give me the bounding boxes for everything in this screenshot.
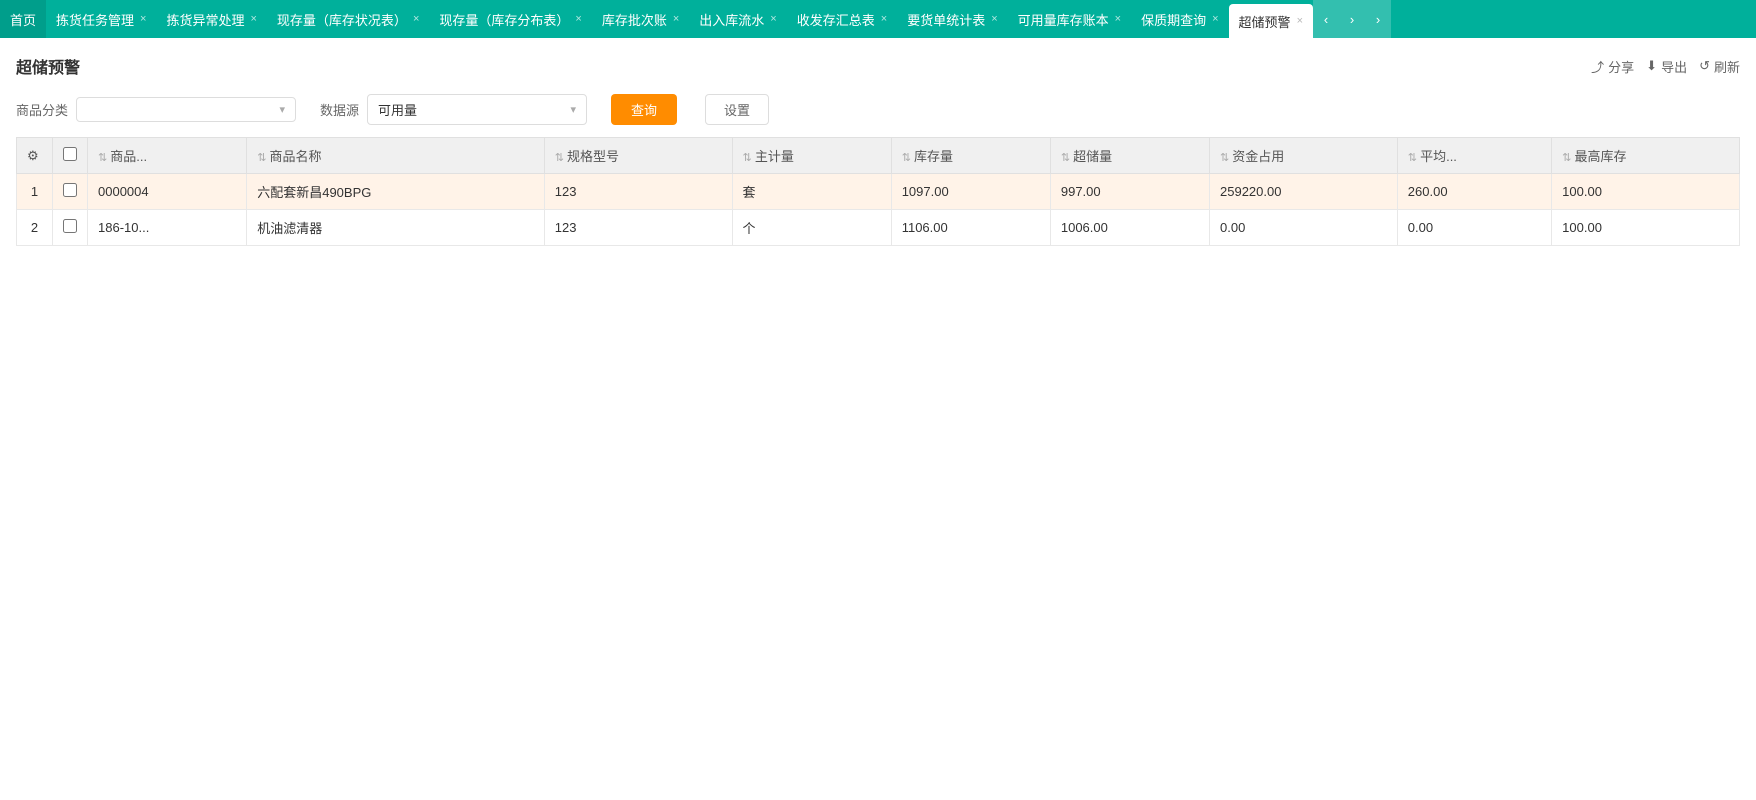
nav-demand[interactable]: 要货单统计表 × — [897, 0, 1007, 38]
row-spec: 123 — [544, 210, 732, 246]
col-maxstock[interactable]: 最高库存 — [1552, 138, 1740, 174]
page-header: 超储预警 ⤴ 分享 ⬇ 导出 ↺ 刷新 — [16, 54, 1740, 78]
row-avg: 0.00 — [1397, 210, 1551, 246]
row-maxstock: 100.00 — [1552, 174, 1740, 210]
row-checkbox[interactable] — [63, 183, 77, 197]
close-icon[interactable]: × — [575, 13, 581, 25]
nav-stock-dist[interactable]: 现存量（库存分布表） × — [429, 0, 591, 38]
query-button[interactable]: 查询 — [611, 94, 677, 125]
row-maxstock: 100.00 — [1552, 210, 1740, 246]
nav-arrow-right[interactable]: › — [1339, 0, 1365, 38]
chevron-down-icon: ▾ — [279, 103, 285, 116]
row-stock: 1106.00 — [891, 210, 1050, 246]
datasource-select[interactable]: 可用量 ▾ — [367, 94, 587, 125]
table-row: 2 186-10... 机油滤清器 123 个 1106.00 1006.00 … — [17, 210, 1740, 246]
nav-abnormal[interactable]: 拣货异常处理 × — [156, 0, 266, 38]
row-unit: 个 — [732, 210, 891, 246]
page-title: 超储预警 — [16, 54, 80, 78]
col-avg[interactable]: 平均... — [1397, 138, 1551, 174]
close-icon[interactable]: × — [1212, 13, 1218, 25]
nav-summary[interactable]: 收发存汇总表 × — [787, 0, 897, 38]
col-capital[interactable]: 资金占用 — [1210, 138, 1398, 174]
nav-task-mgmt[interactable]: 拣货任务管理 × — [46, 0, 156, 38]
setting-button[interactable]: 设置 — [705, 94, 769, 125]
row-checkbox-cell[interactable] — [53, 174, 88, 210]
col-unit[interactable]: 主计量 — [732, 138, 891, 174]
col-code[interactable]: 商品... — [88, 138, 247, 174]
row-code: 0000004 — [88, 174, 247, 210]
row-spec: 123 — [544, 174, 732, 210]
select-all-checkbox[interactable] — [63, 147, 77, 161]
table-header-row: ⚙ 商品... 商品名称 规格型号 主计量 库存量 — [17, 138, 1740, 174]
row-number: 1 — [17, 174, 53, 210]
table-row: 1 0000004 六配套新昌490BPG 123 套 1097.00 997.… — [17, 174, 1740, 210]
col-name[interactable]: 商品名称 — [247, 138, 545, 174]
nav-flow[interactable]: 出入库流水 × — [689, 0, 786, 38]
close-icon[interactable]: × — [1115, 13, 1121, 25]
close-icon[interactable]: × — [250, 13, 256, 25]
close-icon[interactable]: × — [881, 13, 887, 25]
row-checkbox[interactable] — [63, 219, 77, 233]
row-overflow: 1006.00 — [1050, 210, 1209, 246]
col-spec[interactable]: 规格型号 — [544, 138, 732, 174]
nav-arrow-more[interactable]: › — [1365, 0, 1391, 38]
filter-datasource: 数据源 可用量 ▾ — [320, 94, 587, 125]
filter-category: 商品分类 ▾ — [16, 97, 296, 122]
export-icon: ⬇ — [1646, 58, 1657, 74]
refresh-button[interactable]: ↺ 刷新 — [1699, 57, 1740, 76]
row-stock: 1097.00 — [891, 174, 1050, 210]
row-checkbox-cell[interactable] — [53, 210, 88, 246]
close-icon[interactable]: × — [991, 13, 997, 25]
nav-overstock[interactable]: 超储预警 × — [1229, 4, 1313, 38]
nav-expiry[interactable]: 保质期查询 × — [1131, 0, 1228, 38]
nav-home[interactable]: 首页 — [0, 0, 46, 38]
top-nav: 首页 拣货任务管理 × 拣货异常处理 × 现存量（库存状况表） × 现存量（库存… — [0, 0, 1756, 38]
filter-row: 商品分类 ▾ 数据源 可用量 ▾ 查询 设置 — [16, 94, 1740, 125]
close-icon[interactable]: × — [140, 13, 146, 25]
main-content: 超储预警 ⤴ 分享 ⬇ 导出 ↺ 刷新 商品分类 ▾ 数据源 — [0, 38, 1756, 800]
row-number: 2 — [17, 210, 53, 246]
row-name: 六配套新昌490BPG — [247, 174, 545, 210]
col-overflow[interactable]: 超储量 — [1050, 138, 1209, 174]
share-icon: ⤴ — [1591, 57, 1604, 76]
gear-icon[interactable]: ⚙ — [27, 148, 39, 163]
share-button[interactable]: ⤴ 分享 — [1591, 57, 1634, 76]
row-capital: 0.00 — [1210, 210, 1398, 246]
col-stock[interactable]: 库存量 — [891, 138, 1050, 174]
gear-column-header[interactable]: ⚙ — [17, 138, 53, 174]
close-icon[interactable]: × — [770, 13, 776, 25]
category-label: 商品分类 — [16, 100, 68, 119]
row-name: 机油滤清器 — [247, 210, 545, 246]
row-overflow: 997.00 — [1050, 174, 1209, 210]
refresh-icon: ↺ — [1699, 58, 1710, 74]
row-avg: 260.00 — [1397, 174, 1551, 210]
nav-stock-status[interactable]: 现存量（库存状况表） × — [267, 0, 429, 38]
row-unit: 套 — [732, 174, 891, 210]
close-icon[interactable]: × — [413, 13, 419, 25]
datasource-value: 可用量 — [378, 100, 417, 119]
close-icon[interactable]: × — [673, 13, 679, 25]
category-select[interactable]: ▾ — [76, 97, 296, 122]
nav-arrow-left[interactable]: ‹ — [1313, 0, 1339, 38]
header-actions: ⤴ 分享 ⬇ 导出 ↺ 刷新 — [1591, 57, 1740, 76]
nav-available[interactable]: 可用量库存账本 × — [1008, 0, 1131, 38]
chevron-down-icon: ▾ — [571, 103, 577, 116]
export-button[interactable]: ⬇ 导出 — [1646, 57, 1687, 76]
close-icon[interactable]: × — [1297, 15, 1303, 27]
row-code: 186-10... — [88, 210, 247, 246]
checkbox-column-header[interactable] — [53, 138, 88, 174]
data-table: ⚙ 商品... 商品名称 规格型号 主计量 库存量 — [16, 137, 1740, 246]
nav-batch[interactable]: 库存批次账 × — [592, 0, 689, 38]
datasource-label: 数据源 — [320, 100, 359, 119]
row-capital: 259220.00 — [1210, 174, 1398, 210]
